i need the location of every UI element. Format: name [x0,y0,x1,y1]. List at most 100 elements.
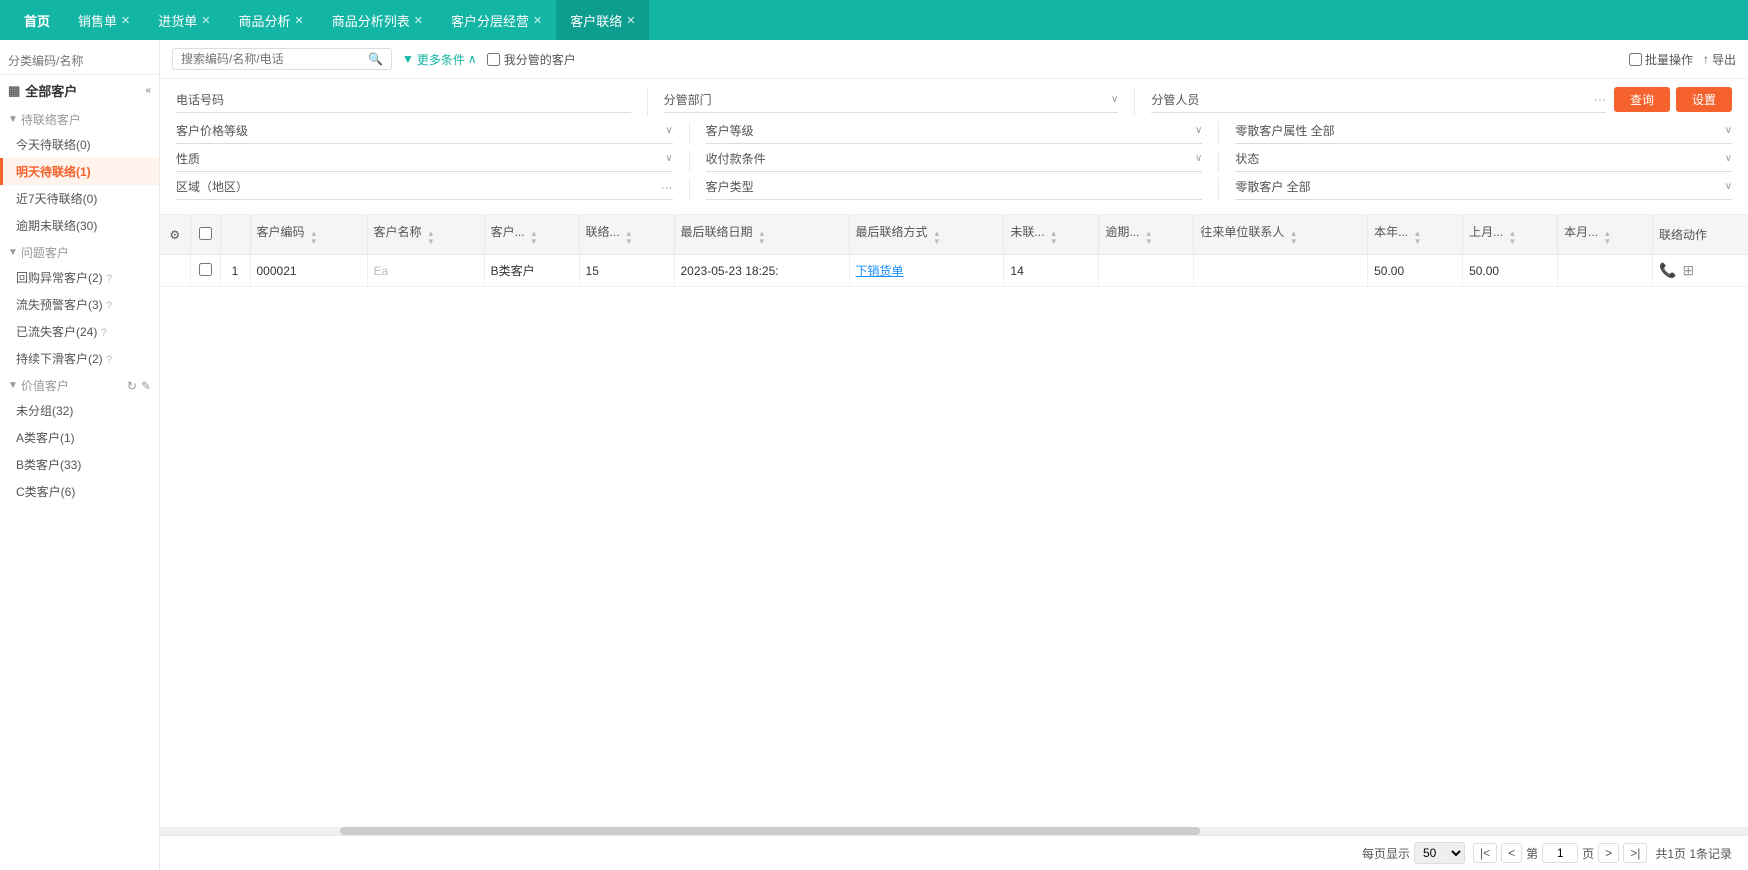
col-this-year[interactable]: 本年... ▲▼ [1368,215,1463,255]
sidebar-item-lost[interactable]: 已流失客户(24) ? [0,318,159,345]
more-conditions-btn[interactable]: ▼ 更多条件 ∧ [402,51,477,68]
action-phone-icon[interactable]: 📞 [1659,262,1676,279]
prev-page-btn[interactable]: < [1501,843,1522,863]
col-last-contact-method[interactable]: 最后联络方式 ▲▼ [849,215,1004,255]
batch-op-btn[interactable]: 批量操作 [1629,51,1693,68]
sidebar-item-class-a[interactable]: A类客户(1) [0,424,159,451]
value-edit-icon[interactable]: ✎ [141,379,151,393]
filter-person-more[interactable]: ··· [1594,92,1606,106]
sort-last-contact-method[interactable]: ▲▼ [933,230,941,246]
col-this-month[interactable]: 本月... ▲▼ [1558,215,1653,255]
scrollbar-thumb[interactable] [340,827,1200,835]
export-btn[interactable]: ↑ 导出 [1703,51,1736,68]
sort-last-month[interactable]: ▲▼ [1508,230,1516,246]
col-last-contact-date[interactable]: 最后联络日期 ▲▼ [674,215,849,255]
sort-this-year[interactable]: ▲▼ [1413,230,1421,246]
sidebar-group-pending[interactable]: ▼ 待联络客户 [0,106,159,131]
sidebar-search-input[interactable] [8,54,160,68]
close-product-analysis-list-tab[interactable]: ✕ [414,14,423,27]
filter-payment-arrow: ∨ [1195,153,1202,164]
filter-region-select[interactable]: ··· [256,180,673,194]
nav-purchase[interactable]: 进货单✕ [144,0,224,40]
filter-payment-select[interactable]: ∨ [784,153,1203,164]
filter-customer-level-select[interactable]: ∨ [784,125,1203,136]
sidebar-item-class-c[interactable]: C类客户(6) [0,478,159,505]
filter-nature-select[interactable]: ∨ [254,153,673,164]
close-sales-tab[interactable]: ✕ [121,14,130,27]
sidebar-item-tomorrow[interactable]: 明天待联络(1) [0,158,159,185]
col-customer-type[interactable]: 客户... ▲▼ [484,215,579,255]
col-customer-code[interactable]: 客户编码 ▲▼ [250,215,367,255]
sort-unit-contact[interactable]: ▲▼ [1290,230,1298,246]
col-customer-name[interactable]: 客户名称 ▲▼ [367,215,484,255]
sidebar-item-loss-warning[interactable]: 流失预警客户(3) ? [0,291,159,318]
nav-product-analysis-list[interactable]: 商品分析列表✕ [318,0,437,40]
sidebar-all-customers[interactable]: ▦ 全部客户 « [0,75,159,106]
reset-btn[interactable]: 设置 [1676,87,1732,112]
page-size-select[interactable]: 50 100 200 [1414,842,1465,864]
sidebar-item-declining[interactable]: 持续下滑客户(2) ? [0,345,159,372]
sidebar-item-class-b[interactable]: B类客户(33) [0,451,159,478]
query-btn[interactable]: 查询 [1614,87,1670,112]
sort-customer-code[interactable]: ▲▼ [310,230,318,246]
first-page-btn[interactable]: |< [1473,843,1497,863]
select-all-checkbox[interactable] [199,227,212,240]
horizontal-scrollbar[interactable] [160,827,1748,835]
col-unit-contact[interactable]: 往来单位联系人 ▲▼ [1194,215,1368,255]
sort-contact-count[interactable]: ▲▼ [625,230,633,246]
close-purchase-tab[interactable]: ✕ [201,14,210,27]
nav-home[interactable]: 首页 [10,0,64,40]
col-uncontacted[interactable]: 未联... ▲▼ [1004,215,1099,255]
page-input[interactable] [1542,843,1578,863]
sidebar-item-today[interactable]: 今天待联络(0) [0,131,159,158]
action-icons: 📞 ⊞ [1659,262,1742,279]
search-submit-icon[interactable]: 🔍 [368,52,383,66]
filter-retail-customer-select[interactable]: ∨ [1319,181,1732,192]
sidebar-collapse-icon[interactable]: « [145,85,151,96]
row-select-checkbox[interactable] [199,263,212,276]
sidebar-item-overdue[interactable]: 逾期未联络(30) [0,212,159,239]
filter-region-more[interactable]: ··· [661,180,673,194]
sort-customer-name[interactable]: ▲▼ [427,230,435,246]
nav-product-analysis[interactable]: 商品分析✕ [224,0,317,40]
sidebar-group-problem[interactable]: ▼ 问题客户 [0,239,159,264]
filter-retail-attr-select[interactable]: ∨ [1343,125,1732,136]
row-checkbox[interactable] [190,255,220,287]
value-refresh-icon[interactable]: ↻ [127,379,137,393]
col-checkbox[interactable] [190,215,220,255]
nav-customer-contact[interactable]: 客户联络✕ [556,0,649,40]
batch-op-checkbox[interactable] [1629,53,1642,66]
sidebar-group-value[interactable]: ▼ 价值客户 ↻ ✎ [0,372,159,397]
my-customers-checkbox[interactable] [487,53,500,66]
filter-dept-select[interactable]: ∨ [742,94,1119,105]
sort-customer-type[interactable]: ▲▼ [530,230,538,246]
contact-method-link[interactable]: 下销货单 [856,264,904,278]
search-input[interactable] [181,52,368,66]
nav-customer-segmentation[interactable]: 客户分层经营✕ [437,0,556,40]
filter-row-2: 客户价格等级 ∨ 客户等级 ∨ 零散客户属性 全部 [176,122,1732,144]
last-page-btn[interactable]: >| [1623,843,1647,863]
filter-person-select[interactable]: ··· [1229,92,1606,106]
filter-status-select[interactable]: ∨ [1313,153,1732,164]
row-last-contact-method[interactable]: 下销货单 [849,255,1004,287]
next-page-btn[interactable]: > [1598,843,1619,863]
close-customer-contact-tab[interactable]: ✕ [626,14,635,27]
col-overdue[interactable]: 逾期... ▲▼ [1099,215,1194,255]
sidebar-item-repurchase-abnormal[interactable]: 回购异常客户(2) ? [0,264,159,291]
top-nav: 首页 销售单✕ 进货单✕ 商品分析✕ 商品分析列表✕ 客户分层经营✕ 客户联络✕ [0,0,1748,40]
col-contact-count[interactable]: 联络... ▲▼ [579,215,674,255]
row-overdue [1099,255,1194,287]
sidebar-item-week[interactable]: 近7天待联络(0) [0,185,159,212]
close-customer-segmentation-tab[interactable]: ✕ [533,14,542,27]
sort-this-month[interactable]: ▲▼ [1603,230,1611,246]
col-last-month[interactable]: 上月... ▲▼ [1463,215,1558,255]
filter-price-level-select[interactable]: ∨ [256,125,673,136]
sidebar-item-ungrouped[interactable]: 未分组(32) [0,397,159,424]
sort-overdue[interactable]: ▲▼ [1145,230,1153,246]
nav-sales[interactable]: 销售单✕ [64,0,144,40]
sort-uncontacted[interactable]: ▲▼ [1050,230,1058,246]
col-settings[interactable]: ⚙ [160,215,190,255]
action-grid-icon[interactable]: ⊞ [1682,262,1694,279]
sort-last-contact-date[interactable]: ▲▼ [758,230,766,246]
close-product-analysis-tab[interactable]: ✕ [295,14,304,27]
